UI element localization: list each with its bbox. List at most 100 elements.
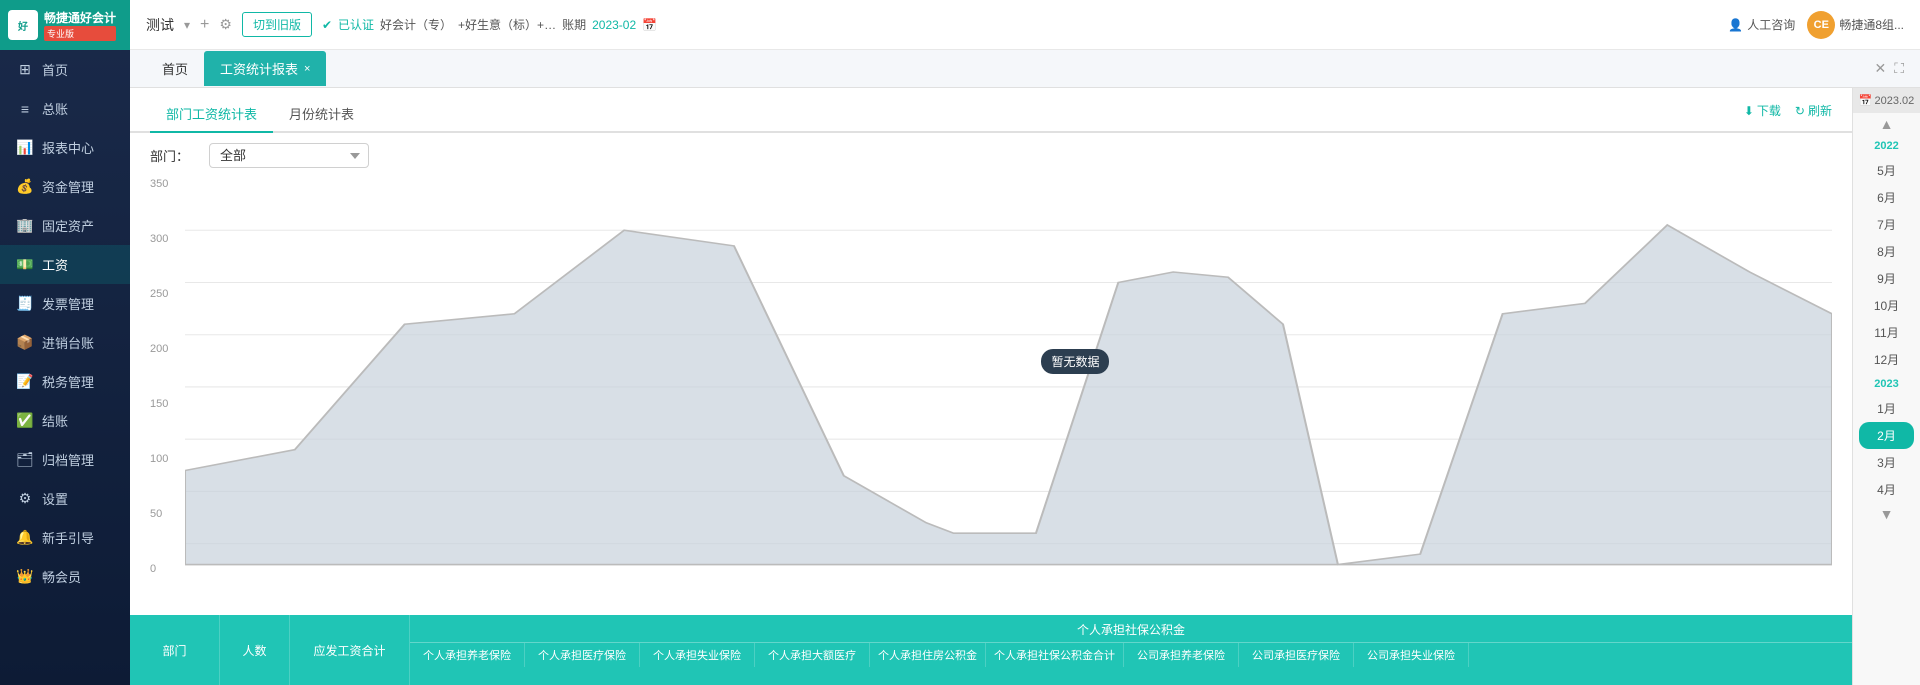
tax-icon: 📝 bbox=[16, 373, 34, 390]
sidebar-item-reports[interactable]: 📊 报表中心 bbox=[0, 128, 130, 167]
logo-text: 畅捷通好会计 专业版 bbox=[44, 9, 116, 41]
topbar-settings-icon[interactable]: ⚙ bbox=[219, 16, 232, 33]
rp-month-12[interactable]: 12月 bbox=[1853, 346, 1920, 373]
y-axis-labels: 0 50 100 150 200 250 300 350 bbox=[150, 178, 180, 575]
sidebar-item-guide[interactable]: 🔔 新手引导 bbox=[0, 518, 130, 557]
period-label: 账期 bbox=[562, 16, 586, 33]
chart-container: 0 50 100 150 200 250 300 350 bbox=[150, 178, 1832, 605]
sidebar-item-invoice[interactable]: 🧾 发票管理 bbox=[0, 284, 130, 323]
rp-month-9[interactable]: 9月 bbox=[1853, 265, 1920, 292]
th-personal-total: 个人承担社保公积金合计 bbox=[986, 643, 1124, 667]
subtab-dept[interactable]: 部门工资统计表 bbox=[150, 98, 273, 133]
th-group-cols: 个人承担养老保险 个人承担医疗保险 个人承担失业保险 个人承担大额医疗 bbox=[410, 643, 1852, 667]
tabbar: 首页 工资统计报表 × ✕ ⛶ bbox=[130, 50, 1920, 88]
content-area: 部门工资统计表 月份统计表 ⬇ 下载 ↻ 刷新 bbox=[130, 88, 1920, 685]
th-personal-pension: 个人承担养老保险 bbox=[410, 643, 525, 667]
rp-month-6[interactable]: 6月 bbox=[1853, 184, 1920, 211]
sidebar-item-home[interactable]: ⊞ 首页 bbox=[0, 50, 130, 89]
main-area: 测试 ▾ + ⚙ 切到旧版 ✔ 已认证 好会计（专） +好生意（标）+… 账期 … bbox=[130, 0, 1920, 685]
topbar-add-icon[interactable]: + bbox=[200, 16, 209, 34]
chart-svg: 暂无数据 bbox=[185, 178, 1832, 575]
toolbar: 部门： 全部 研发部 销售部 财务部 人事部 bbox=[130, 133, 1852, 178]
service-icon: 👤 bbox=[1728, 18, 1743, 32]
download-icon: ⬇ bbox=[1744, 104, 1754, 118]
project-title: 测试 bbox=[146, 15, 174, 35]
sidebar-item-member[interactable]: 👑 畅会员 bbox=[0, 557, 130, 596]
rp-year-2022: 2022 bbox=[1853, 135, 1920, 157]
dept-label: 部门： bbox=[150, 146, 189, 165]
tab-close-window-icon[interactable]: ✕ bbox=[1874, 60, 1886, 77]
home-icon: ⊞ bbox=[16, 61, 34, 78]
rp-nav-down[interactable]: ▼ bbox=[1853, 503, 1920, 525]
rp-month-3[interactable]: 3月 bbox=[1853, 449, 1920, 476]
logo-badge: 专业版 bbox=[44, 26, 116, 41]
tab-maximize-icon[interactable]: ⛶ bbox=[1894, 60, 1904, 77]
th-group-personal: 个人承担社保公积金 个人承担养老保险 个人承担医疗保险 个人承担失业保险 bbox=[410, 615, 1852, 685]
sidebar-item-salary[interactable]: 💵 工资 bbox=[0, 245, 130, 284]
sidebar-item-settle[interactable]: ✅ 结账 bbox=[0, 401, 130, 440]
rp-month-10[interactable]: 10月 bbox=[1853, 292, 1920, 319]
chart-area: 0 50 100 150 200 250 300 350 bbox=[130, 178, 1852, 615]
download-btn[interactable]: ⬇ 下载 bbox=[1744, 102, 1781, 119]
tab-close-icon[interactable]: × bbox=[304, 63, 310, 75]
rp-nav-up[interactable]: ▲ bbox=[1853, 113, 1920, 135]
tab-home[interactable]: 首页 bbox=[146, 51, 204, 86]
th-personal-housing: 个人承担住房公积金 bbox=[870, 643, 986, 667]
status-mode: +好生意（标）+… bbox=[458, 16, 556, 33]
sidebar-item-archive[interactable]: 🗂 归档管理 bbox=[0, 440, 130, 479]
rp-month-2-active[interactable]: 2月 bbox=[1859, 422, 1914, 449]
archive-icon: 🗂 bbox=[16, 451, 34, 468]
right-panel: 📅 2023.02 ▲ 2022 5月 6月 7月 8月 9月 10月 11月 … bbox=[1852, 88, 1920, 685]
table-wrap: 部门 人数 应发工资合计 个人承担社保公积金 个人承担养老保险 bbox=[130, 615, 1852, 685]
area-chart-svg bbox=[185, 178, 1832, 575]
sidebar-item-tax[interactable]: 📝 税务管理 bbox=[0, 362, 130, 401]
user-avatar: CE bbox=[1807, 11, 1835, 39]
th-personal-unemployment: 个人承担失业保险 bbox=[640, 643, 755, 667]
table-header: 部门 人数 应发工资合计 个人承担社保公积金 个人承担养老保险 bbox=[130, 615, 1852, 685]
user-service-btn[interactable]: 👤 人工咨询 bbox=[1728, 16, 1795, 33]
sidebar-logo: 好 畅捷通好会计 专业版 bbox=[0, 0, 130, 50]
content-main: 部门工资统计表 月份统计表 ⬇ 下载 ↻ 刷新 bbox=[130, 88, 1852, 685]
rp-date-header: 📅 2023.02 bbox=[1853, 88, 1920, 113]
th-company-pension: 公司承担养老保险 bbox=[1124, 643, 1239, 667]
subtabs: 部门工资统计表 月份统计表 ⬇ 下载 ↻ 刷新 bbox=[130, 88, 1852, 133]
member-icon: 👑 bbox=[16, 568, 34, 585]
th-group-label: 个人承担社保公积金 bbox=[410, 615, 1852, 643]
calendar-icon[interactable]: 📅 bbox=[642, 18, 657, 32]
rp-month-7[interactable]: 7月 bbox=[1853, 211, 1920, 238]
sidebar-item-ledger[interactable]: ≡ 总账 bbox=[0, 89, 130, 128]
subtab-monthly[interactable]: 月份统计表 bbox=[273, 98, 370, 133]
project-dropdown-icon[interactable]: ▾ bbox=[184, 18, 190, 32]
invoice-icon: 🧾 bbox=[16, 295, 34, 312]
sales-icon: 📦 bbox=[16, 334, 34, 351]
settle-icon: ✅ bbox=[16, 412, 34, 429]
sidebar-item-assets[interactable]: 🏢 固定资产 bbox=[0, 206, 130, 245]
switch-to-old-btn[interactable]: 切到旧版 bbox=[242, 12, 312, 37]
th-headcount: 人数 bbox=[220, 615, 290, 685]
verified-icon: ✔ bbox=[322, 18, 332, 32]
rp-month-11[interactable]: 11月 bbox=[1853, 319, 1920, 346]
assets-icon: 🏢 bbox=[16, 217, 34, 234]
th-company-unemployment: 公司承担失业保险 bbox=[1354, 643, 1469, 667]
topbar-right: 👤 人工咨询 CE 畅捷通8组... bbox=[1728, 11, 1904, 39]
settings-icon: ⚙ bbox=[16, 490, 34, 507]
logo-icon: 好 bbox=[8, 10, 38, 40]
dept-select[interactable]: 全部 研发部 销售部 财务部 人事部 bbox=[209, 143, 369, 168]
th-dept: 部门 bbox=[130, 615, 220, 685]
rp-month-8[interactable]: 8月 bbox=[1853, 238, 1920, 265]
rp-month-1[interactable]: 1月 bbox=[1853, 395, 1920, 422]
refresh-icon: ↻ bbox=[1795, 104, 1805, 118]
sidebar-item-funds[interactable]: 💰 资金管理 bbox=[0, 167, 130, 206]
sidebar-item-sales[interactable]: 📦 进销台账 bbox=[0, 323, 130, 362]
refresh-btn[interactable]: ↻ 刷新 bbox=[1795, 102, 1832, 119]
user-menu[interactable]: CE 畅捷通8组... bbox=[1807, 11, 1904, 39]
ledger-icon: ≡ bbox=[16, 101, 34, 117]
rp-month-4[interactable]: 4月 bbox=[1853, 476, 1920, 503]
topbar: 测试 ▾ + ⚙ 切到旧版 ✔ 已认证 好会计（专） +好生意（标）+… 账期 … bbox=[130, 0, 1920, 50]
rp-month-5[interactable]: 5月 bbox=[1853, 157, 1920, 184]
period-value: 2023-02 bbox=[592, 18, 636, 32]
tab-salary-report[interactable]: 工资统计报表 × bbox=[204, 51, 326, 86]
status-verified: 已认证 bbox=[338, 16, 374, 33]
salary-icon: 💵 bbox=[16, 256, 34, 273]
sidebar-item-settings[interactable]: ⚙ 设置 bbox=[0, 479, 130, 518]
